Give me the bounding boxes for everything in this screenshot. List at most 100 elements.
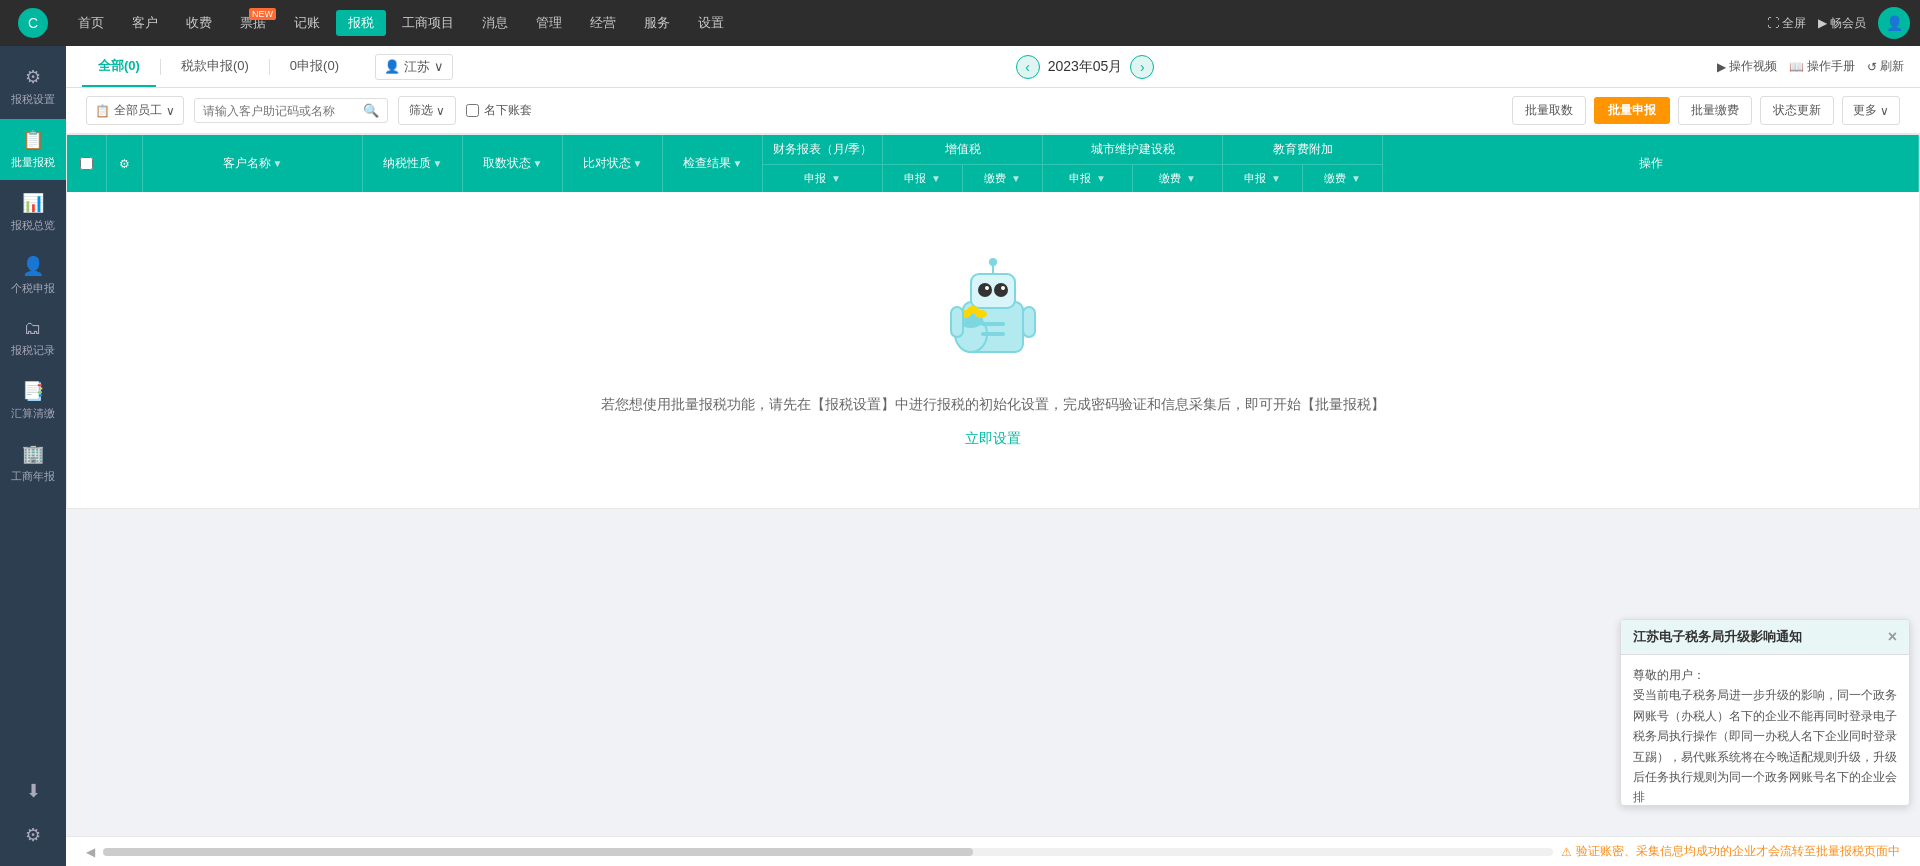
sidebar-item-annual-settlement[interactable]: 📑 汇算清缴 [0, 370, 66, 431]
th-financial-declare: 申报 ▼ [763, 165, 882, 192]
th-urban-pay: 缴费 ▼ [1133, 165, 1222, 192]
employee-select[interactable]: 📋 全部员工 ∨ [86, 96, 184, 125]
tab-divider-2 [269, 59, 270, 75]
th-tax-type: 纳税性质 ▼ [363, 135, 463, 192]
nav-home[interactable]: 首页 [66, 10, 116, 36]
nav-message[interactable]: 消息 [470, 10, 520, 36]
th-financial-header: 财务报表（月/季） [763, 135, 882, 165]
more-btn[interactable]: 更多 ∨ [1842, 96, 1900, 125]
sidebar-item-settings[interactable]: ⚙ [0, 814, 66, 856]
annual-report-icon: 🏢 [22, 443, 44, 465]
bottom-bar: ◀ ⚠ 验证账密、采集信息均成功的企业才会流转至批量报税页面中 [66, 836, 1920, 866]
table-container: ⚙ 客户名称 ▼ 纳税性质 ▼ 取数状态 ▼ 比对状态 [66, 134, 1920, 509]
nav-client[interactable]: 客户 [120, 10, 170, 36]
batch-declare-btn[interactable]: 批量申报 [1594, 97, 1670, 124]
svg-rect-3 [971, 274, 1015, 308]
sidebar-item-personal-tax[interactable]: 👤 个税申报 [0, 245, 66, 306]
tax-overview-icon: 📊 [22, 192, 44, 214]
operation-video-btn[interactable]: ▶ 操作视频 [1717, 58, 1777, 75]
nav-menu: 首页 客户 收费 票据 NEW 记账 报税 工商项目 消息 管理 经营 服务 设… [66, 10, 1767, 36]
annual-settlement-icon: 📑 [22, 380, 44, 402]
th-group-vat: 增值税 申报 ▼ 缴费 ▼ [883, 135, 1043, 192]
refresh-icon: ↺ [1867, 60, 1877, 74]
nav-service[interactable]: 服务 [632, 10, 682, 36]
filter-icon-compare: ▼ [633, 158, 643, 169]
svg-point-9 [989, 258, 997, 266]
nav-ticket[interactable]: 票据 NEW [228, 10, 278, 36]
tab-tax-declaration[interactable]: 税款申报(0) [165, 47, 265, 87]
settings-icon: ⚙ [25, 824, 41, 846]
filter-icon-fetch: ▼ [533, 158, 543, 169]
member-btn[interactable]: ▶ 畅会员 [1818, 15, 1866, 32]
th-education-header: 教育费附加 [1223, 135, 1382, 165]
th-group-education: 教育费附加 申报 ▼ 缴费 ▼ [1223, 135, 1383, 192]
notification-close-btn[interactable]: × [1888, 628, 1897, 646]
sidebar-item-tax-records[interactable]: 🗂 报税记录 [0, 308, 66, 368]
status-update-btn[interactable]: 状态更新 [1760, 96, 1834, 125]
sidebar-item-batch-tax[interactable]: 📋 批量报税 [0, 119, 66, 180]
batch-pay-btn[interactable]: 批量缴费 [1678, 96, 1752, 125]
svg-point-5 [994, 283, 1008, 297]
th-settings: ⚙ [107, 135, 143, 192]
scroll-left-btn[interactable]: ◀ [86, 845, 95, 859]
fullscreen-btn[interactable]: ⛶ 全屏 [1767, 15, 1806, 32]
th-vat-declare: 申报 ▼ [883, 165, 963, 192]
tab-zero-declaration[interactable]: 0申报(0) [274, 47, 355, 87]
top-right-actions: ⛶ 全屏 ▶ 畅会员 👤 [1767, 7, 1910, 39]
th-education-declare: 申报 ▼ [1223, 165, 1303, 192]
tab-all[interactable]: 全部(0) [82, 47, 156, 87]
nav-accounting[interactable]: 记账 [282, 10, 332, 36]
th-check-result: 检查结果 ▼ [663, 135, 763, 192]
sidebar-item-annual-report[interactable]: 🏢 工商年报 [0, 433, 66, 494]
prev-month-btn[interactable]: ‹ [1016, 55, 1040, 79]
search-wrap: 🔍 [194, 98, 388, 123]
fullscreen-icon: ⛶ [1767, 16, 1779, 30]
search-icon[interactable]: 🔍 [363, 103, 379, 118]
book-icon: 📖 [1789, 60, 1804, 74]
user-avatar[interactable]: 👤 [1878, 7, 1910, 39]
select-all-checkbox[interactable] [80, 157, 93, 170]
chevron-down-icon: ∨ [436, 104, 445, 118]
svg-point-7 [1001, 286, 1005, 290]
filter-icon-tax-type: ▼ [433, 158, 443, 169]
app-logo: C [10, 0, 56, 46]
th-vat-pay: 缴费 ▼ [963, 165, 1042, 192]
filter-btn[interactable]: 筛选 ∨ [398, 96, 456, 125]
under-account-checkbox[interactable] [466, 104, 479, 117]
setup-link[interactable]: 立即设置 [965, 430, 1021, 448]
nav-business[interactable]: 工商项目 [390, 10, 466, 36]
top-right-tabs-actions: ▶ 操作视频 📖 操作手册 ↺ 刷新 [1717, 58, 1904, 75]
svg-rect-15 [951, 307, 963, 337]
notification-header: 江苏电子税务局升级影响通知 × [1621, 620, 1909, 655]
batch-fetch-btn[interactable]: 批量取数 [1512, 96, 1586, 125]
th-urban-declare: 申报 ▼ [1043, 165, 1133, 192]
nav-operation[interactable]: 经营 [578, 10, 628, 36]
checkbox-label[interactable]: 名下账套 [466, 102, 532, 119]
next-month-btn[interactable]: › [1130, 55, 1154, 79]
notification-title: 江苏电子税务局升级影响通知 [1633, 628, 1802, 646]
horizontal-scroll[interactable] [103, 848, 1553, 856]
sidebar-item-tax-settings[interactable]: ⚙ 报税设置 [0, 56, 66, 117]
nav-settings[interactable]: 设置 [686, 10, 736, 36]
empty-state: 若您想使用批量报税功能，请先在【报税设置】中进行报税的初始化设置，完成密码验证和… [67, 192, 1919, 508]
warning-text: ⚠ 验证账密、采集信息均成功的企业才会流转至批量报税页面中 [1561, 843, 1900, 860]
region-selector[interactable]: 👤 江苏 ∨ [375, 54, 453, 80]
chevron-down-icon: ∨ [166, 104, 175, 118]
user-icon: 👤 [384, 59, 400, 74]
th-checkbox[interactable] [67, 135, 107, 192]
nav-manage[interactable]: 管理 [524, 10, 574, 36]
top-navigation: C 首页 客户 收费 票据 NEW 记账 报税 工商项目 消息 管理 经营 服务… [0, 0, 1920, 46]
month-selector: ‹ 2023年05月 › [1016, 55, 1155, 79]
nav-fee[interactable]: 收费 [174, 10, 224, 36]
batch-tax-icon: 📋 [22, 129, 44, 151]
filter-icon-client: ▼ [273, 158, 283, 169]
refresh-btn[interactable]: ↺ 刷新 [1867, 58, 1904, 75]
nav-tax[interactable]: 报税 [336, 10, 386, 36]
scroll-thumb [103, 848, 973, 856]
sidebar-item-download[interactable]: ⬇ [0, 770, 66, 812]
svg-rect-18 [981, 332, 1005, 336]
operation-manual-btn[interactable]: 📖 操作手册 [1789, 58, 1855, 75]
sidebar-item-tax-overview[interactable]: 📊 报税总览 [0, 182, 66, 243]
search-input[interactable] [203, 104, 363, 118]
sidebar: ⚙ 报税设置 📋 批量报税 📊 报税总览 👤 个税申报 🗂 报税记录 📑 汇算清… [0, 46, 66, 866]
